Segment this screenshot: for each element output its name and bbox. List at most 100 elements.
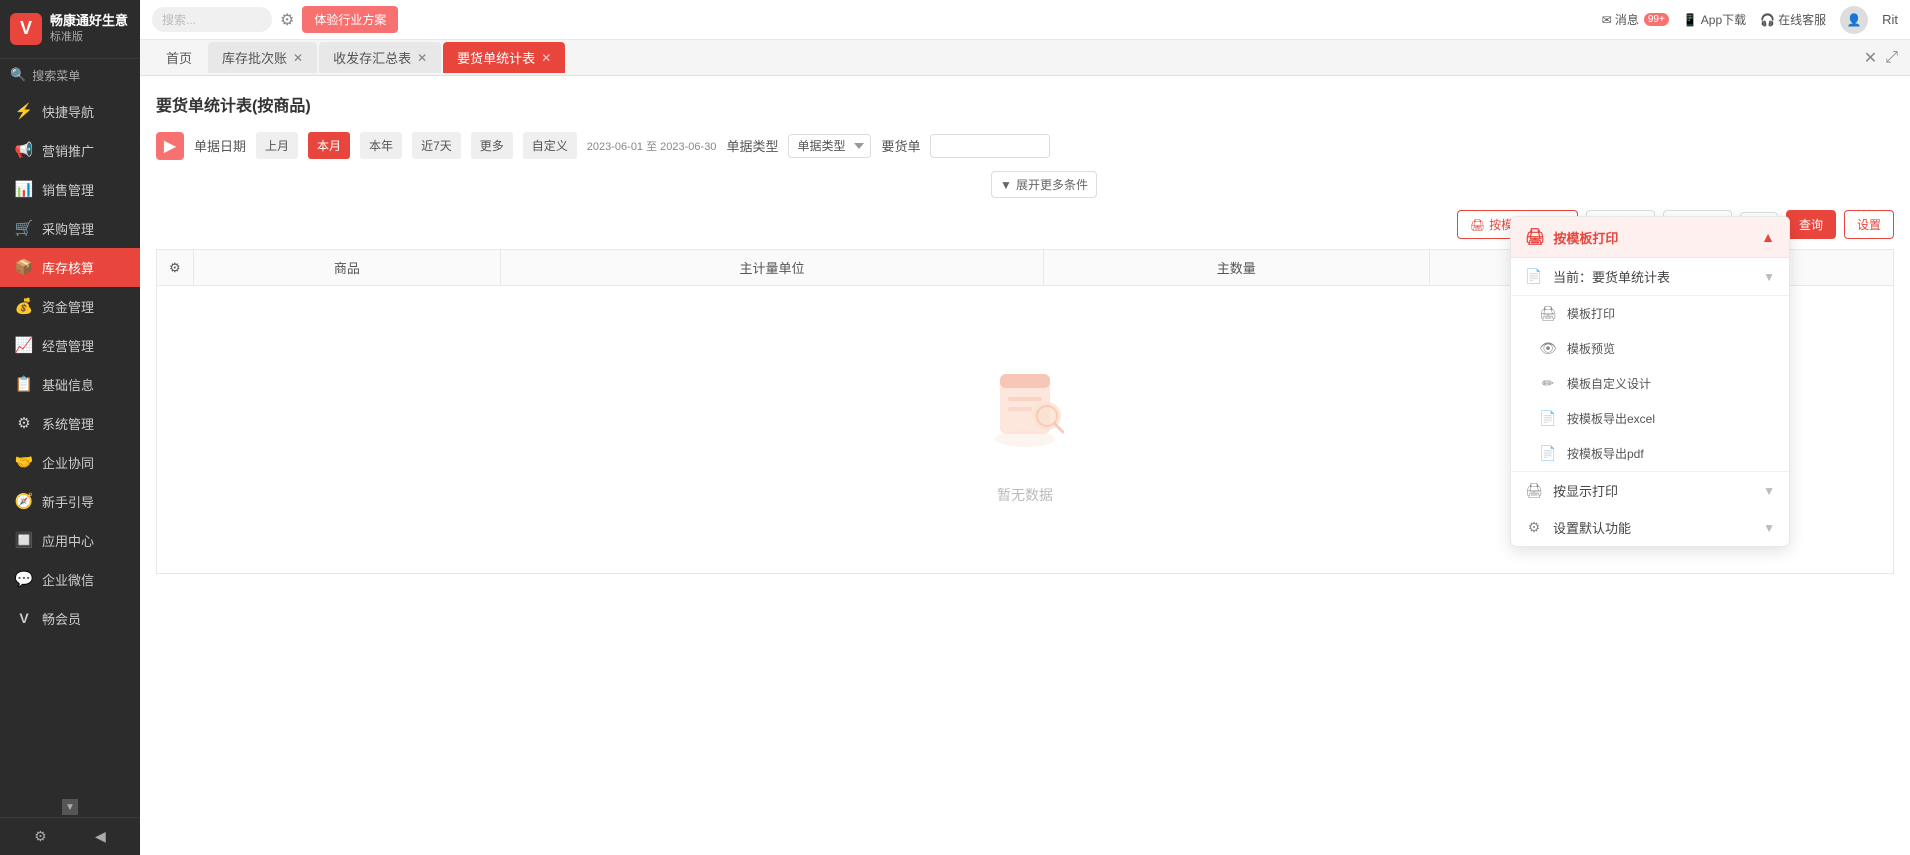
print-dropdown-panel: 🖨 按模板打印 ▲ 📄 当前：要货单统计表 ▼ 🖨 模板打印 👁 模板预览 ✏: [1510, 216, 1790, 547]
sidebar-item-enterprise[interactable]: 🤝 企业协同: [0, 443, 140, 482]
sidebar-item-label: 营销推广: [42, 141, 126, 160]
sidebar-item-vip[interactable]: V 畅会员: [0, 599, 140, 638]
tab-batch-account-close[interactable]: ✕: [293, 51, 303, 65]
tab-bar: 首页 库存批次账 ✕ 收发存汇总表 ✕ 要货单统计表 ✕ ✕ ⤢: [140, 40, 1910, 76]
notifications-badge: 99+: [1644, 13, 1669, 26]
user-avatar[interactable]: 👤: [1840, 6, 1868, 34]
user-name: Rit: [1882, 12, 1898, 27]
empty-text: 暂无数据: [997, 485, 1053, 505]
sidebar-item-basics[interactable]: 📋 基础信息: [0, 365, 140, 404]
sidebar-item-shortcuts[interactable]: ⚡ 快捷导航: [0, 92, 140, 131]
settings-btn[interactable]: 设置: [1844, 210, 1894, 239]
display-print-icon: 🖨: [1525, 482, 1543, 499]
sidebar-item-label: 系统管理: [42, 414, 126, 433]
sidebar-item-operations[interactable]: 📈 经营管理: [0, 326, 140, 365]
main-area: 搜索... ⚙ 体验行业方案 ✉ 消息 99+ 📱 App下载 🎧 在线客服 👤…: [140, 0, 1910, 855]
purchase-icon: 🛒: [14, 219, 34, 237]
table-col-goods: 商品: [193, 250, 501, 286]
tab-batch-account-label: 库存批次账: [222, 48, 287, 67]
sidebar-item-label: 畅会员: [42, 609, 126, 628]
vip-icon: V: [14, 610, 34, 626]
dropdown-item-template-preview[interactable]: 👁 模板预览: [1511, 331, 1789, 366]
sidebar-item-inventory[interactable]: 📦 库存核算: [0, 248, 140, 287]
sidebar-item-label: 基础信息: [42, 375, 126, 394]
date-btn-more[interactable]: 更多: [471, 132, 513, 159]
dropdown-item-template-print[interactable]: 🖨 模板打印: [1511, 296, 1789, 331]
sidebar-item-label: 应用中心: [42, 531, 126, 550]
sidebar-search-label: 搜索菜单: [32, 67, 80, 84]
template-custom-label: 模板自定义设计: [1567, 375, 1651, 392]
display-print-label: 按显示打印: [1553, 481, 1618, 500]
window-maximize-btn[interactable]: ⤢: [1885, 49, 1898, 67]
dropdown-item-export-pdf[interactable]: 📄 按模板导出pdf: [1511, 436, 1789, 471]
export-pdf-label: 按模板导出pdf: [1567, 445, 1644, 462]
sidebar-item-label: 库存核算: [42, 258, 126, 277]
tab-order-stat-close[interactable]: ✕: [541, 51, 551, 65]
filter-toggle-btn[interactable]: ▶: [156, 132, 184, 160]
sidebar-item-wechat[interactable]: 💬 企业微信: [0, 560, 140, 599]
settings-footer-btn[interactable]: ⚙: [34, 828, 47, 845]
collapse-footer-btn[interactable]: ◀: [95, 828, 106, 845]
sidebar-item-label: 资金管理: [42, 297, 126, 316]
dropdown-item-display-print[interactable]: 🖨 按显示打印 ▼: [1511, 472, 1789, 509]
sidebar-logo: V 畅康通好生意 标准版: [0, 0, 140, 59]
date-btn-custom[interactable]: 自定义: [523, 132, 577, 159]
tab-batch-account[interactable]: 库存批次账 ✕: [208, 42, 317, 73]
header-settings-icon[interactable]: ⚙: [280, 10, 294, 30]
notifications-btn[interactable]: ✉ 消息 99+: [1602, 11, 1669, 28]
sales-icon: 📊: [14, 180, 34, 198]
table-col-settings[interactable]: ⚙: [157, 250, 194, 286]
app-edition: 标准版: [50, 30, 128, 45]
sidebar-item-purchase[interactable]: 🛒 采购管理: [0, 209, 140, 248]
tab-order-stat[interactable]: 要货单统计表 ✕: [443, 42, 565, 73]
print-icon: 🖨: [1470, 218, 1485, 232]
tab-collect-export[interactable]: 收发存汇总表 ✕: [319, 42, 441, 73]
table-col-unit: 主计量单位: [501, 250, 1044, 286]
global-search-box[interactable]: 搜索...: [152, 7, 272, 32]
sidebar-item-finance[interactable]: 💰 资金管理: [0, 287, 140, 326]
query-btn[interactable]: 查询: [1786, 210, 1836, 239]
window-close-btn[interactable]: ✕: [1864, 48, 1877, 68]
dropdown-current-label: 当前：要货单统计表: [1553, 267, 1670, 286]
sidebar-item-label: 企业协同: [42, 453, 126, 472]
current-arrow-icon: ▼: [1763, 270, 1775, 284]
tab-collect-export-close[interactable]: ✕: [417, 51, 427, 65]
expand-more-btn[interactable]: ▼ 展开更多条件: [991, 171, 1097, 198]
sidebar-item-sales[interactable]: 📊 销售管理: [0, 170, 140, 209]
date-btn-this-year[interactable]: 本年: [360, 132, 402, 159]
sidebar-scroll-down[interactable]: ▼: [62, 799, 78, 815]
dropdown-title: 按模板打印: [1553, 228, 1618, 247]
dropdown-item-set-default[interactable]: ⚙ 设置默认功能 ▼: [1511, 509, 1789, 546]
table-col-quantity: 主数量: [1043, 250, 1429, 286]
trial-industry-btn[interactable]: 体验行业方案: [302, 6, 398, 33]
sidebar-item-marketing[interactable]: 📢 营销推广: [0, 131, 140, 170]
template-print-icon: 🖨: [1539, 305, 1557, 322]
date-btn-last7days[interactable]: 近7天: [412, 132, 461, 159]
enterprise-icon: 🤝: [14, 453, 34, 471]
sidebar-item-system[interactable]: ⚙ 系统管理: [0, 404, 140, 443]
inventory-icon: 📦: [14, 258, 34, 276]
system-icon: ⚙: [14, 414, 34, 432]
sidebar-search[interactable]: 🔍 搜索菜单: [0, 59, 140, 92]
sidebar-item-appstore[interactable]: 🔲 应用中心: [0, 521, 140, 560]
dropdown-item-template-custom[interactable]: ✏ 模板自定义设计: [1511, 366, 1789, 401]
sidebar-item-label: 采购管理: [42, 219, 126, 238]
guide-icon: 🧭: [14, 492, 34, 510]
tab-home[interactable]: 首页: [152, 42, 206, 73]
page-title: 要货单统计表(按商品): [156, 92, 1894, 116]
order-type-select[interactable]: 单据类型: [788, 134, 871, 158]
date-btn-prev-month[interactable]: 上月: [256, 132, 298, 159]
export-excel-label: 按模板导出excel: [1567, 410, 1655, 427]
order-goods-input[interactable]: [930, 134, 1050, 158]
sidebar-item-guide[interactable]: 🧭 新手引导: [0, 482, 140, 521]
marketing-icon: 📢: [14, 141, 34, 159]
tab-collect-export-label: 收发存汇总表: [333, 48, 411, 67]
dropdown-header[interactable]: 🖨 按模板打印 ▲: [1511, 217, 1789, 258]
dropdown-close-btn[interactable]: ▲: [1761, 229, 1775, 245]
dropdown-item-export-excel[interactable]: 📄 按模板导出excel: [1511, 401, 1789, 436]
dropdown-item-current[interactable]: 📄 当前：要货单统计表 ▼: [1511, 258, 1789, 295]
date-btn-this-month[interactable]: 本月: [308, 132, 350, 159]
online-service-btn[interactable]: 🎧 在线客服: [1760, 11, 1826, 28]
app-download-btn[interactable]: 📱 App下载: [1683, 11, 1746, 28]
page-content: 要货单统计表(按商品) ▶ 单据日期 上月 本月 本年 近7天 更多 自定义 2…: [140, 76, 1910, 855]
